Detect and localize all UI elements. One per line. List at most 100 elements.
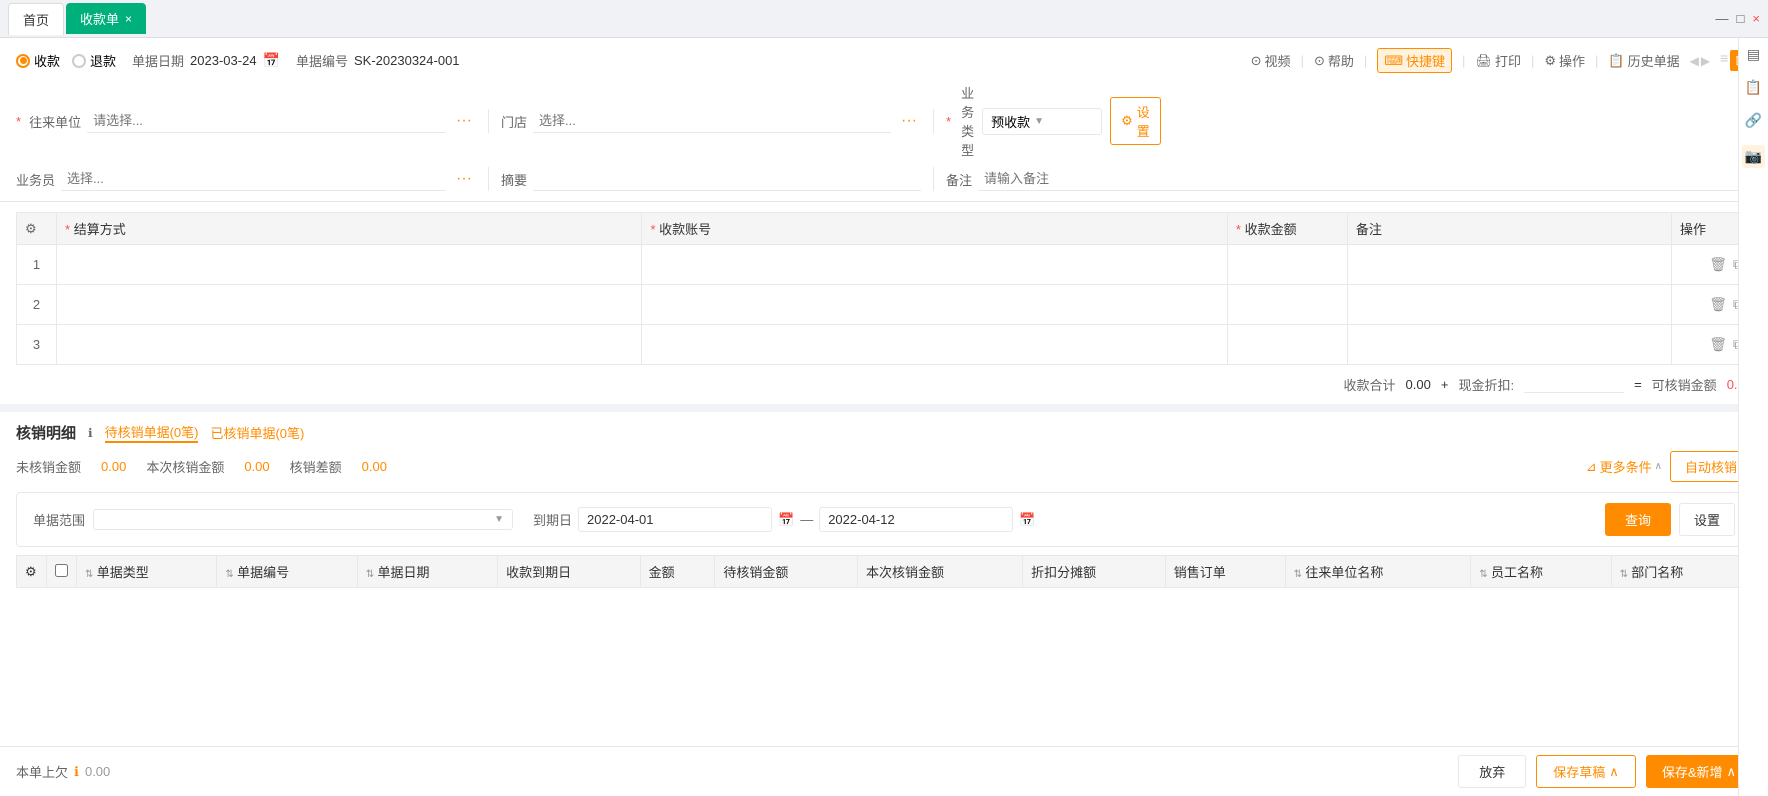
next-arrow[interactable]: ▶ [1701,54,1710,68]
video-btn[interactable]: ⊙ 视频 [1251,51,1291,70]
diff-value: 0.00 [362,459,387,474]
settings-icon: ⚙ [1121,113,1133,129]
shop-input[interactable] [533,109,891,133]
col-account-label: 收款账号 [659,222,711,237]
cell-remark-2[interactable] [1347,285,1671,325]
tab-close-icon[interactable]: × [125,12,132,26]
video-label: 视频 [1265,51,1291,70]
customer-more-icon[interactable]: ··· [452,112,476,130]
field-sep1 [488,109,489,133]
bth-settings[interactable]: ⚙ [17,556,47,588]
settings-label: 设置 [1137,102,1150,140]
due-date-label: 到期日 [533,510,572,529]
footer-value: 0.00 [85,764,110,779]
sidebar-table-icon[interactable]: ▤ [1747,46,1760,63]
delete-icon-3[interactable]: 🗑 [1709,336,1727,353]
cell-settlement-1[interactable] [57,245,642,285]
sep2: | [1364,53,1367,68]
op-icons-2: 🗑 ⧉ [1680,296,1743,313]
cell-amount-3[interactable] [1227,325,1347,365]
save-btn[interactable]: 保存&新增 ∧ [1646,755,1752,788]
discount-input[interactable] [1524,377,1624,393]
cell-account-1[interactable] [642,245,1227,285]
staff-more-icon[interactable]: ··· [452,170,476,188]
summary-input[interactable] [533,167,921,191]
date-to-input[interactable] [819,507,1013,532]
cell-settlement-2[interactable] [57,285,642,325]
op-icons-1: 🗑 ⧉ [1680,256,1743,273]
th-remark: 备注 [1347,213,1671,245]
bth-customer-label: 往来单位名称 [1305,565,1383,580]
footer-info-icon[interactable]: ℹ [74,764,79,780]
print-btn[interactable]: 🖨 打印 [1475,51,1521,70]
business-label: 业务类型 [961,83,974,159]
help-btn[interactable]: ⊙ 帮助 [1314,51,1354,70]
cell-account-3[interactable] [642,325,1227,365]
table-header-row: ⚙ * 结算方式 * 收款账号 * 收款金额 备注 操作 [17,213,1752,245]
sep4: | [1531,53,1534,68]
discount-label: 现金折扣: [1458,375,1514,394]
calendar-icon[interactable]: 📅 [263,52,280,69]
radio-shoukuan[interactable]: 收款 [16,51,60,70]
history-btn[interactable]: 📋 历史单据 [1608,51,1679,70]
required-star3: * [1236,222,1241,237]
fields-row1: * 往来单位 ··· 门店 ··· * 业务类型 预收款 ▼ [16,83,1752,159]
sep3: | [1462,53,1465,68]
radio-shoukuan-label: 收款 [34,51,60,70]
cell-remark-1[interactable] [1347,245,1671,285]
cell-amount-1[interactable] [1227,245,1347,285]
shortcut-btn[interactable]: ⌨ 快捷键 [1377,48,1452,73]
select-all-checkbox[interactable] [55,564,68,577]
maximize-btn[interactable]: □ [1737,11,1745,26]
minimize-btn[interactable]: — [1716,11,1729,26]
cell-settlement-3[interactable] [57,325,642,365]
summary-row: 收款合计 0.00 + 现金折扣: = 可核销金额 0.00 [0,365,1768,404]
staff-group: 业务员 ··· [16,167,476,191]
calendar-to-icon[interactable]: 📅 [1019,512,1035,528]
sidebar-copy-icon[interactable]: 📋 [1745,79,1762,96]
cell-amount-2[interactable] [1227,285,1347,325]
shop-more-icon[interactable]: ··· [897,112,921,130]
history-icon: 📋 [1608,53,1624,69]
th-settings[interactable]: ⚙ [17,213,57,245]
filter-settings-btn[interactable]: 设置 [1679,503,1735,536]
remark-input[interactable] [978,167,1752,191]
bth-staff: ⇅ 员工名称 [1471,556,1611,588]
date-value[interactable]: 2023-03-24 [190,53,257,68]
toolbar-right: ⊙ 视频 | ⊙ 帮助 | ⌨ 快捷键 | 🖨 打印 | [1251,48,1752,73]
close-btn[interactable]: × [1752,11,1760,26]
delete-icon-1[interactable]: 🗑 [1709,256,1727,273]
business-type-select[interactable]: 预收款 ▼ [982,108,1102,135]
cell-account-2[interactable] [642,285,1227,325]
query-btn[interactable]: 查询 [1605,503,1671,536]
radio-tuikuan[interactable]: 退款 [72,51,116,70]
calendar-from-icon[interactable]: 📅 [778,512,794,528]
staff-input[interactable] [61,167,446,191]
list-view-btn[interactable]: ≡ [1720,50,1728,71]
sidebar-camera-icon[interactable]: 📷 [1742,145,1765,168]
settings-btn[interactable]: ⚙ 设置 [1110,97,1161,145]
done-tab[interactable]: 已核销单据(0笔) [210,423,304,442]
pending-tab[interactable]: 待核销单据(0笔) [105,422,199,443]
prev-arrow[interactable]: ◀ [1690,54,1699,68]
cell-remark-3[interactable] [1347,325,1671,365]
operations-btn[interactable]: ⚙ 操作 [1544,51,1585,70]
tab-active[interactable]: 收款单 × [66,3,146,34]
customer-input[interactable] [87,109,446,133]
tab-home[interactable]: 首页 [8,3,64,35]
bth-discount: 折扣分摊额 [1023,556,1166,588]
sort-icon5: ⇅ [1479,569,1487,580]
delete-icon-2[interactable]: 🗑 [1709,296,1727,313]
date-field: 单据日期 2023-03-24 📅 [132,51,280,70]
hexiao-info-icon[interactable]: ℹ [88,426,93,440]
field-sep4 [933,167,934,191]
draft-btn[interactable]: 保存草稿 ∧ [1536,755,1636,788]
data-table: ⚙ * 结算方式 * 收款账号 * 收款金额 备注 操作 [16,212,1752,365]
bottom-table-header: ⚙ ⇅ 单据类型 ⇅ 单据编号 ⇅ 单据日期 [17,556,1752,588]
number-value[interactable]: SK-20230324-001 [354,53,460,68]
abandon-btn[interactable]: 放弃 [1458,755,1526,788]
range-select[interactable]: ▼ [93,509,513,530]
more-conditions-btn[interactable]: ⊿ 更多条件 ∧ [1586,457,1662,476]
date-from-input[interactable] [578,507,772,532]
sidebar-link-icon[interactable]: 🔗 [1745,112,1762,129]
